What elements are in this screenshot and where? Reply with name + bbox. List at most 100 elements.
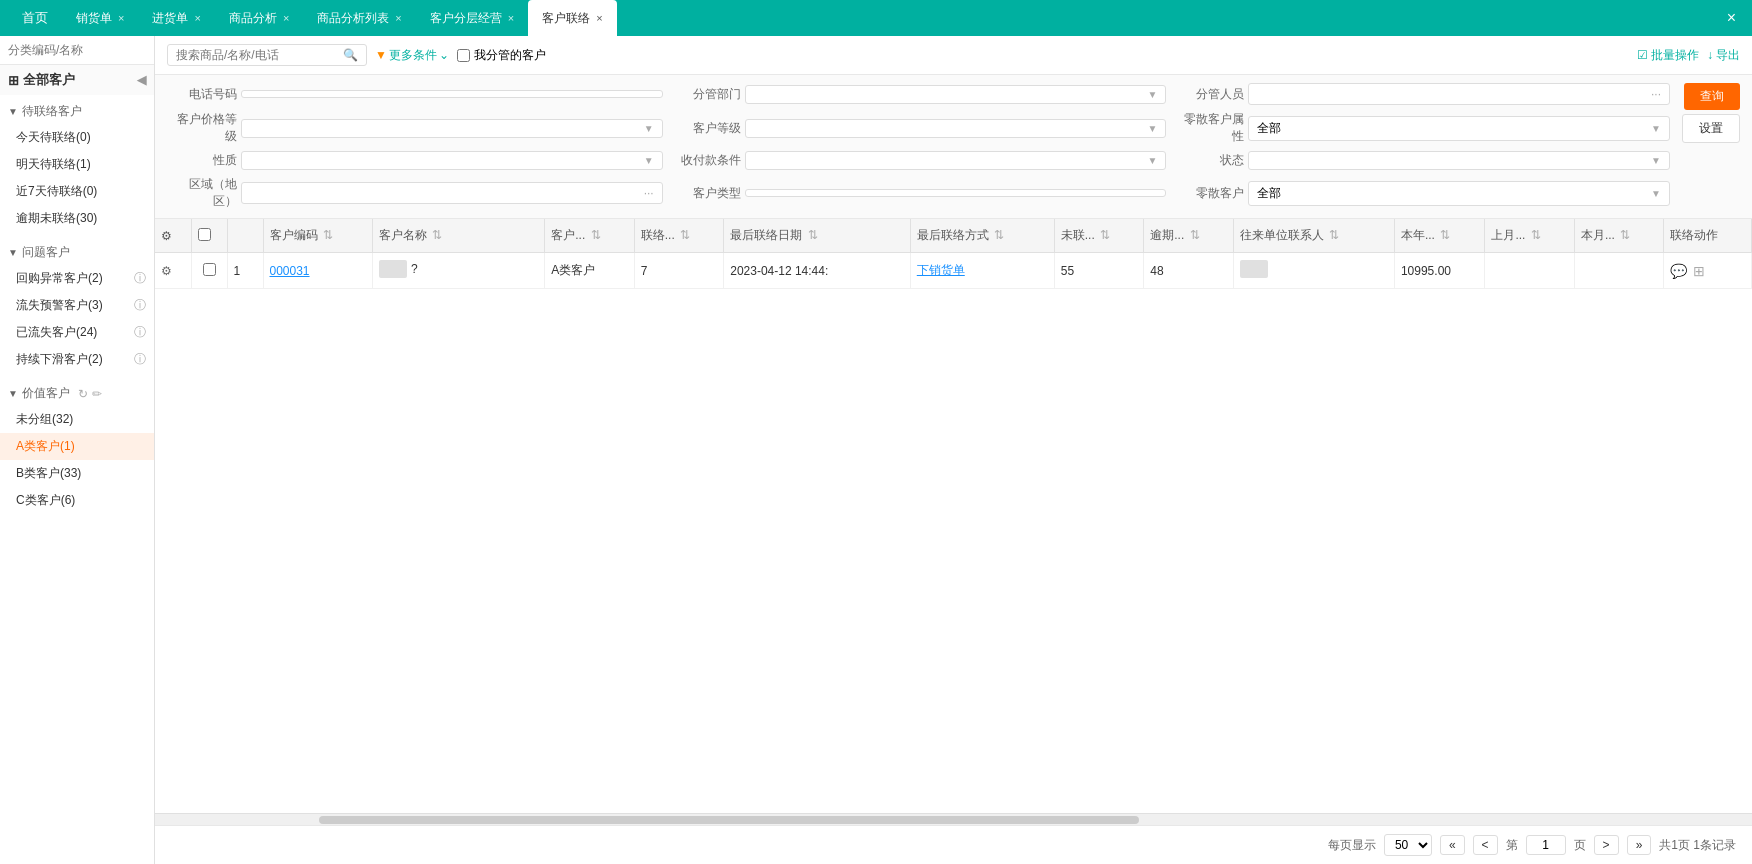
close-analysis-list-icon[interactable]: × [395, 12, 401, 24]
edit-icon[interactable]: ✏ [92, 387, 102, 401]
my-customers-checkbox[interactable]: 我分管的客户 [457, 47, 546, 64]
batch-op-btn[interactable]: ☑ 批量操作 [1637, 47, 1699, 64]
sort-last-month-icon[interactable]: ⇅ [1531, 228, 1541, 242]
filter-more-btn[interactable]: ▼ 更多条件 ⌄ [375, 47, 449, 64]
col-last-date[interactable]: 最后联络日期 ⇅ [724, 219, 911, 253]
close-sales-icon[interactable]: × [118, 12, 124, 24]
nav-purchase[interactable]: 进货单 × [138, 0, 214, 36]
collapse-sidebar-icon[interactable]: ◀ [137, 73, 146, 87]
col-no-contact[interactable]: 未联... ⇅ [1054, 219, 1143, 253]
sidebar-item-week-contact[interactable]: 近7天待联络(0) [0, 178, 154, 205]
customer-type-input[interactable] [745, 189, 1167, 197]
sidebar-item-churned[interactable]: 已流失客户(24) ⓘ [0, 319, 154, 346]
export-btn[interactable]: ↓ 导出 [1707, 47, 1740, 64]
sidebar-item-ungrouped[interactable]: 未分组(32) [0, 406, 154, 433]
next-page-btn[interactable]: > [1594, 835, 1619, 855]
col-this-year[interactable]: 本年... ⇅ [1394, 219, 1484, 253]
sort-method-icon[interactable]: ⇅ [994, 228, 1004, 242]
last-method-link[interactable]: 下销货单 [917, 263, 965, 277]
select-all-checkbox[interactable] [198, 228, 211, 241]
page-size-select[interactable]: 50 [1384, 834, 1432, 856]
status-dropdown[interactable]: ▼ [1248, 151, 1670, 170]
sidebar-item-repurchase-abnormal[interactable]: 回购异常客户(2) ⓘ [0, 265, 154, 292]
query-button[interactable]: 查询 [1684, 83, 1740, 110]
sort-type-icon[interactable]: ⇅ [591, 228, 601, 242]
col-overdue[interactable]: 逾期... ⇅ [1144, 219, 1233, 253]
sidebar-item-class-c[interactable]: C类客户(6) [0, 487, 154, 514]
first-page-btn[interactable]: « [1440, 835, 1465, 855]
sort-year-icon[interactable]: ⇅ [1440, 228, 1450, 242]
sort-contact-icon[interactable]: ⇅ [680, 228, 690, 242]
nav-home[interactable]: 首页 [8, 0, 62, 36]
sort-person-icon[interactable]: ⇅ [1329, 228, 1339, 242]
all-customers-header[interactable]: ⊞ 全部客户 ◀ [0, 65, 154, 95]
sidebar-item-overdue-contact[interactable]: 逾期未联络(30) [0, 205, 154, 232]
sort-code-icon[interactable]: ⇅ [323, 228, 333, 242]
col-code[interactable]: 客户编码 ⇅ [263, 219, 373, 253]
customer-level-dropdown[interactable]: ▼ [745, 119, 1167, 138]
problem-customer-label[interactable]: ▼ 问题客户 [0, 240, 154, 265]
close-all-button[interactable]: × [1719, 5, 1744, 31]
sidebar-item-churn-warning[interactable]: 流失预警客户(3) ⓘ [0, 292, 154, 319]
col-last-month[interactable]: 上月... ⇅ [1485, 219, 1574, 253]
sort-name-icon[interactable]: ⇅ [432, 228, 442, 242]
col-last-method[interactable]: 最后联络方式 ⇅ [910, 219, 1054, 253]
sort-this-month-icon[interactable]: ⇅ [1620, 228, 1630, 242]
phone-input[interactable] [241, 90, 663, 98]
pending-contact-label[interactable]: ▼ 待联络客户 [0, 99, 154, 124]
set-button[interactable]: 设置 [1682, 114, 1740, 143]
close-customer-contact-icon[interactable]: × [596, 12, 602, 24]
row-checkbox[interactable] [203, 263, 216, 276]
close-purchase-icon[interactable]: × [194, 12, 200, 24]
filter-search-icon[interactable]: 🔍 [343, 48, 358, 62]
sidebar-item-declining[interactable]: 持续下滑客户(2) ⓘ [0, 346, 154, 373]
value-customer-label[interactable]: ▼ 价值客户 ↻ ✏ [0, 381, 154, 406]
page-word: 第 [1506, 837, 1518, 854]
nav-sales[interactable]: 销货单 × [62, 0, 138, 36]
close-customer-tier-icon[interactable]: × [508, 12, 514, 24]
region-input[interactable]: ··· [241, 182, 663, 204]
qr-icon[interactable]: ⊞ [1693, 263, 1705, 279]
row-last-method[interactable]: 下销货单 [910, 253, 1054, 289]
payment-dropdown[interactable]: ▼ [745, 151, 1167, 170]
col-contact-person[interactable]: 往来单位联系人 ⇅ [1233, 219, 1394, 253]
filter-search-input[interactable] [176, 48, 339, 62]
table-header-row: ⚙ 客户编码 ⇅ 客户名称 ⇅ [155, 219, 1752, 253]
col-gear[interactable]: ⚙ [155, 219, 191, 253]
close-analysis-icon[interactable]: × [283, 12, 289, 24]
sort-date-icon[interactable]: ⇅ [808, 228, 818, 242]
retail-attr-dropdown[interactable]: 全部 ▼ [1248, 116, 1670, 141]
refresh-icon[interactable]: ↻ [78, 387, 88, 401]
col-name[interactable]: 客户名称 ⇅ [373, 219, 545, 253]
col-contact[interactable]: 联络... ⇅ [634, 219, 723, 253]
my-customers-check-input[interactable] [457, 49, 470, 62]
sidebar-search-input[interactable] [8, 43, 155, 57]
nav-customer-tier[interactable]: 客户分层经营 × [416, 0, 528, 36]
row-gear[interactable]: ⚙ [155, 253, 191, 289]
nav-analysis-list[interactable]: 商品分析列表 × [303, 0, 415, 36]
col-this-month[interactable]: 本月... ⇅ [1574, 219, 1663, 253]
nature-dropdown[interactable]: ▼ [241, 151, 663, 170]
last-page-btn[interactable]: » [1627, 835, 1652, 855]
sidebar-item-tomorrow-contact[interactable]: 明天待联络(1) [0, 151, 154, 178]
sidebar-item-today-contact[interactable]: 今天待联络(0) [0, 124, 154, 151]
col-type[interactable]: 客户... ⇅ [545, 219, 634, 253]
message-icon[interactable]: 💬 [1670, 263, 1687, 279]
person-input[interactable]: ··· [1248, 83, 1670, 105]
nav-analysis[interactable]: 商品分析 × [215, 0, 303, 36]
customer-code-link[interactable]: 000031 [270, 264, 310, 278]
prev-page-btn[interactable]: < [1473, 835, 1498, 855]
nav-customer-contact[interactable]: 客户联络 × [528, 0, 616, 36]
h-scroll-thumb[interactable] [319, 816, 1139, 824]
sidebar-item-class-b[interactable]: B类客户(33) [0, 460, 154, 487]
row-code[interactable]: 000031 [263, 253, 373, 289]
sidebar-item-class-a[interactable]: A类客户(1) [0, 433, 154, 460]
price-level-dropdown[interactable]: ▼ [241, 119, 663, 138]
sort-no-contact-icon[interactable]: ⇅ [1100, 228, 1110, 242]
retail-customer-dropdown[interactable]: 全部 ▼ [1248, 181, 1670, 206]
dept-dropdown[interactable]: ▼ [745, 85, 1167, 104]
gear-icon[interactable]: ⚙ [161, 229, 172, 243]
page-number-input[interactable] [1526, 835, 1566, 855]
horizontal-scrollbar[interactable] [155, 813, 1752, 825]
sort-overdue-icon[interactable]: ⇅ [1190, 228, 1200, 242]
